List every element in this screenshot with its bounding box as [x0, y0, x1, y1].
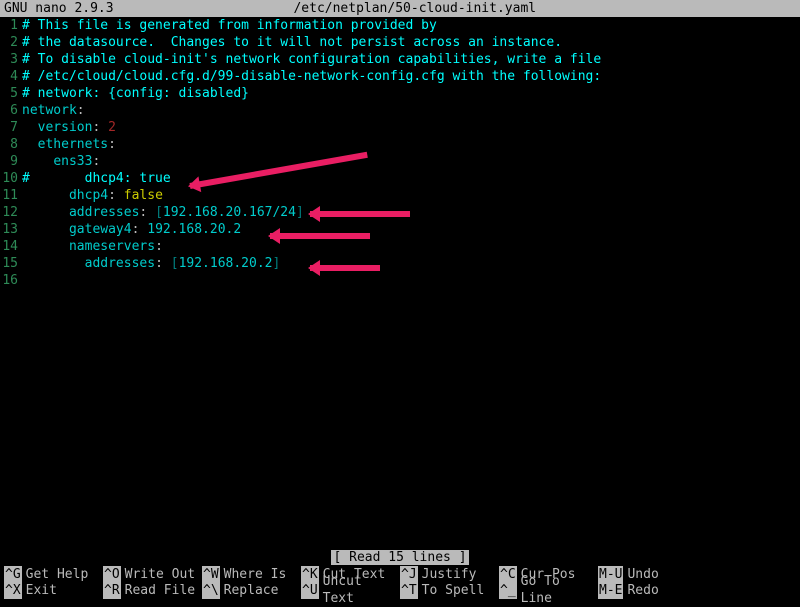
shortcut-to-spell[interactable]: ^TTo Spell [400, 582, 499, 598]
code-line: nameservers: [22, 238, 800, 255]
status-bar: [ Read 15 lines ] [0, 549, 800, 566]
code-line: ens33: [22, 153, 800, 170]
annotation-arrow-icon [270, 233, 370, 239]
shortcut-get-help[interactable]: ^GGet Help [4, 566, 103, 582]
code-line: ethernets: [22, 136, 800, 153]
code-line: # the datasource. Changes to it will not… [22, 34, 800, 51]
shortcut-exit[interactable]: ^XExit [4, 582, 103, 598]
code-line: network: [22, 102, 800, 119]
code-line: dhcp4: false [22, 187, 800, 204]
editor-area[interactable]: 1234 5678 9101112 13141516 # This file i… [0, 17, 800, 561]
help-bar: ^GGet Help ^OWrite Out ^WWhere Is ^KCut … [0, 566, 800, 600]
shortcut-write-out[interactable]: ^OWrite Out [103, 566, 202, 582]
code-line: # /etc/cloud/cloud.cfg.d/99-disable-netw… [22, 68, 800, 85]
file-path: /etc/netplan/50-cloud-init.yaml [114, 0, 716, 17]
shortcut-read-file[interactable]: ^RRead File [103, 582, 202, 598]
code-line: version: 2 [22, 119, 800, 136]
code-line: # network: {config: disabled} [22, 85, 800, 102]
code-line: gateway4: 192.168.20.2 [22, 221, 800, 238]
annotation-arrow-icon [310, 265, 380, 271]
line-gutter: 1234 5678 9101112 13141516 [0, 17, 20, 289]
shortcut-redo[interactable]: M-ERedo [598, 582, 697, 598]
shortcut-uncut-text[interactable]: ^UUncut Text [301, 582, 400, 598]
shortcut-undo[interactable]: M-UUndo [598, 566, 697, 582]
shortcut-justify[interactable]: ^JJustify [400, 566, 499, 582]
annotation-arrow-icon [310, 211, 410, 217]
code-line: addresses: [192.168.20.2] [22, 255, 800, 272]
shortcut-where-is[interactable]: ^WWhere Is [202, 566, 301, 582]
code-line: # To disable cloud-init's network config… [22, 51, 800, 68]
code-line: # dhcp4: true [22, 170, 800, 187]
app-name: GNU nano 2.9.3 [4, 0, 114, 17]
code-line: addresses: [192.168.20.167/24] [22, 204, 800, 221]
shortcut-replace[interactable]: ^\Replace [202, 582, 301, 598]
shortcut-go-to-line[interactable]: ^_Go To Line [499, 582, 598, 598]
titlebar: GNU nano 2.9.3 /etc/netplan/50-cloud-ini… [0, 0, 800, 17]
code-line: # This file is generated from informatio… [22, 17, 800, 34]
